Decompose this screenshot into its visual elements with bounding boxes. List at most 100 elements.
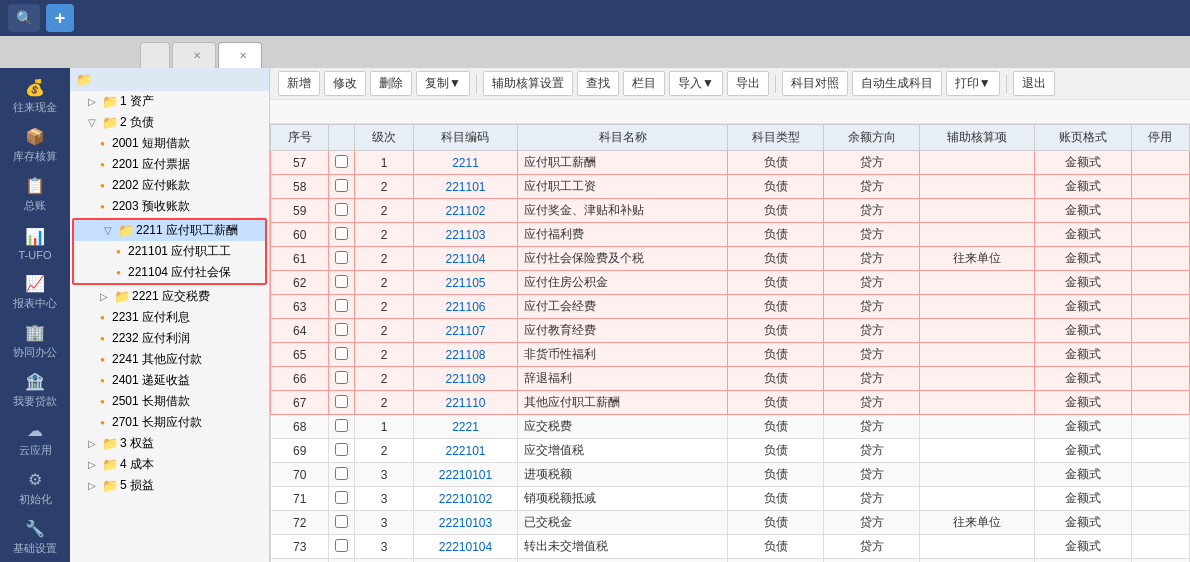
tree-item-5[interactable]: ▷ 📁 5 损益 (70, 475, 269, 496)
table-row[interactable]: 73 3 22210104 转出未交增值税 负债 贷方 金额式 (271, 535, 1190, 559)
tree-item-2501[interactable]: ● 2501 长期借款 (70, 391, 269, 412)
folder-icon-2211: 📁 (118, 223, 134, 238)
tree-item-4[interactable]: ▷ 📁 4 成本 (70, 454, 269, 475)
init-icon: ⚙ (28, 470, 42, 489)
nav-item-cash[interactable]: 💰 往来现金 (0, 72, 70, 121)
cell-code: 22210104 (413, 535, 518, 559)
btn-add[interactable]: 新增 (278, 71, 320, 96)
table-row[interactable]: 71 3 22210102 销项税额抵减 负债 贷方 金额式 (271, 487, 1190, 511)
nav-item-tufo[interactable]: 📊 T-UFO (0, 219, 70, 268)
cell-check[interactable] (329, 175, 355, 199)
nav-item-report[interactable]: 📈 报表中心 (0, 268, 70, 317)
cell-check[interactable] (329, 343, 355, 367)
nav-item-collab[interactable]: 🏢 协同办公 (0, 317, 70, 366)
cell-check[interactable] (329, 295, 355, 319)
table-row[interactable]: 58 2 221101 应付职工工资 负债 贷方 金额式 (271, 175, 1190, 199)
btn-find[interactable]: 查找 (577, 71, 619, 96)
cell-check[interactable] (329, 463, 355, 487)
tree-item-2211[interactable]: ▽ 📁 2211 应付职工薪酬 (74, 220, 265, 241)
tab-desktop[interactable] (140, 42, 170, 68)
tab-subject[interactable]: ✕ (172, 42, 216, 68)
cell-check[interactable] (329, 319, 355, 343)
nav-item-inventory[interactable]: 📦 库存核算 (0, 121, 70, 170)
tree-item-2231[interactable]: ● 2231 应付利息 (70, 307, 269, 328)
table-row[interactable]: 62 2 221105 应付住房公积金 负债 贷方 金额式 (271, 271, 1190, 295)
cell-level: 2 (355, 271, 413, 295)
tree-item-2[interactable]: ▽ 📁 2 负债 (70, 112, 269, 133)
tree-item-2202[interactable]: ● 2202 应付账款 (70, 175, 269, 196)
tab-subject-close[interactable]: ✕ (193, 50, 201, 61)
table-row[interactable]: 69 2 222101 应交增值税 负债 贷方 金额式 (271, 439, 1190, 463)
nav-item-settings[interactable]: 🔧 基础设置 (0, 513, 70, 562)
tree-item-2232[interactable]: ● 2232 应付利润 (70, 328, 269, 349)
tree-item-2701[interactable]: ● 2701 长期应付款 (70, 412, 269, 433)
nav-item-loan[interactable]: 🏦 我要贷款 (0, 366, 70, 415)
tab-detail-close[interactable]: ✕ (239, 50, 247, 61)
cell-check[interactable] (329, 151, 355, 175)
cell-check[interactable] (329, 391, 355, 415)
cell-check[interactable] (329, 223, 355, 247)
cell-check[interactable] (329, 271, 355, 295)
table-row[interactable]: 72 3 22210103 已交税金 负债 贷方 往来单位 金额式 (271, 511, 1190, 535)
cell-check[interactable] (329, 415, 355, 439)
btn-exit[interactable]: 退出 (1013, 71, 1055, 96)
tree-item-2221[interactable]: ▷ 📁 2221 应交税费 (70, 286, 269, 307)
tree-item-221101[interactable]: ● 221101 应付职工工 (74, 241, 265, 262)
cell-direction: 贷方 (824, 439, 920, 463)
cell-check[interactable] (329, 247, 355, 271)
table-row[interactable]: 68 1 2221 应交税费 负债 贷方 金额式 (271, 415, 1190, 439)
btn-edit[interactable]: 修改 (324, 71, 366, 96)
cell-code: 221105 (413, 271, 518, 295)
btn-aux-setting[interactable]: 辅助核算设置 (483, 71, 573, 96)
table-row[interactable]: 65 2 221108 非货币性福利 负债 贷方 金额式 (271, 343, 1190, 367)
nav-item-init[interactable]: ⚙ 初始化 (0, 464, 70, 513)
table-row[interactable]: 64 2 221107 应付教育经费 负债 贷方 金额式 (271, 319, 1190, 343)
tree-item-1[interactable]: ▷ 📁 1 资产 (70, 91, 269, 112)
cell-check[interactable] (329, 439, 355, 463)
search-button[interactable]: 🔍 (8, 4, 40, 32)
cell-check[interactable] (329, 535, 355, 559)
btn-delete[interactable]: 删除 (370, 71, 412, 96)
table-row[interactable]: 74 3 22210105 税色税费 负债 贷方 金额式 (271, 559, 1190, 563)
table-row[interactable]: 70 3 22210101 进项税额 负债 贷方 金额式 (271, 463, 1190, 487)
tree-item-2201[interactable]: ● 2201 应付票据 (70, 154, 269, 175)
btn-copy[interactable]: 复制▼ (416, 71, 470, 96)
cell-check[interactable] (329, 511, 355, 535)
btn-auto-gen[interactable]: 自动生成科目 (852, 71, 942, 96)
tree-item-2241[interactable]: ● 2241 其他应付款 (70, 349, 269, 370)
nav-item-ledger[interactable]: 📋 总账 (0, 170, 70, 219)
nav-item-cloud[interactable]: ☁ 云应用 (0, 415, 70, 464)
cell-check[interactable] (329, 487, 355, 511)
tree-item-221104[interactable]: ● 221104 应付社会保 (74, 262, 265, 283)
cell-check[interactable] (329, 367, 355, 391)
cell-type: 负债 (728, 223, 824, 247)
tree-item-2203[interactable]: ● 2203 预收账款 (70, 196, 269, 217)
btn-export[interactable]: 导出 (727, 71, 769, 96)
cell-code: 2221 (413, 415, 518, 439)
cell-seq: 59 (271, 199, 329, 223)
table-row[interactable]: 67 2 221110 其他应付职工薪酬 负债 贷方 金额式 (271, 391, 1190, 415)
table-row[interactable]: 61 2 221104 应付社会保险费及个税 负债 贷方 往来单位 金额式 (271, 247, 1190, 271)
tab-detail[interactable]: ✕ (218, 42, 262, 68)
tree-item-2001[interactable]: ● 2001 短期借款 (70, 133, 269, 154)
cell-check[interactable] (329, 559, 355, 563)
btn-import[interactable]: 导入▼ (669, 71, 723, 96)
cell-check[interactable] (329, 199, 355, 223)
add-button[interactable]: + (46, 4, 74, 32)
cell-level: 2 (355, 223, 413, 247)
table-row[interactable]: 60 2 221103 应付福利费 负债 贷方 金额式 (271, 223, 1190, 247)
btn-print[interactable]: 打印▼ (946, 71, 1000, 96)
btn-columns[interactable]: 栏目 (623, 71, 665, 96)
table-container[interactable]: 序号 级次 科目编码 科目名称 科目类型 余额方向 辅助核算项 账页格式 停用 … (270, 124, 1190, 562)
nav-item-init-label: 初始化 (19, 492, 52, 507)
tree-item-2401[interactable]: ● 2401 递延收益 (70, 370, 269, 391)
table-row[interactable]: 59 2 221102 应付奖金、津贴和补贴 负债 贷方 金额式 (271, 199, 1190, 223)
table-row[interactable]: 63 2 221106 应付工会经费 负债 贷方 金额式 (271, 295, 1190, 319)
cell-type: 负债 (728, 199, 824, 223)
btn-mapping[interactable]: 科目对照 (782, 71, 848, 96)
table-row[interactable]: 57 1 2211 应付职工薪酬 负债 贷方 金额式 (271, 151, 1190, 175)
tree-item-3[interactable]: ▷ 📁 3 权益 (70, 433, 269, 454)
table-row[interactable]: 66 2 221109 辞退福利 负债 贷方 金额式 (271, 367, 1190, 391)
cell-disabled (1131, 391, 1189, 415)
dot-icon-2701: ● (100, 418, 110, 427)
